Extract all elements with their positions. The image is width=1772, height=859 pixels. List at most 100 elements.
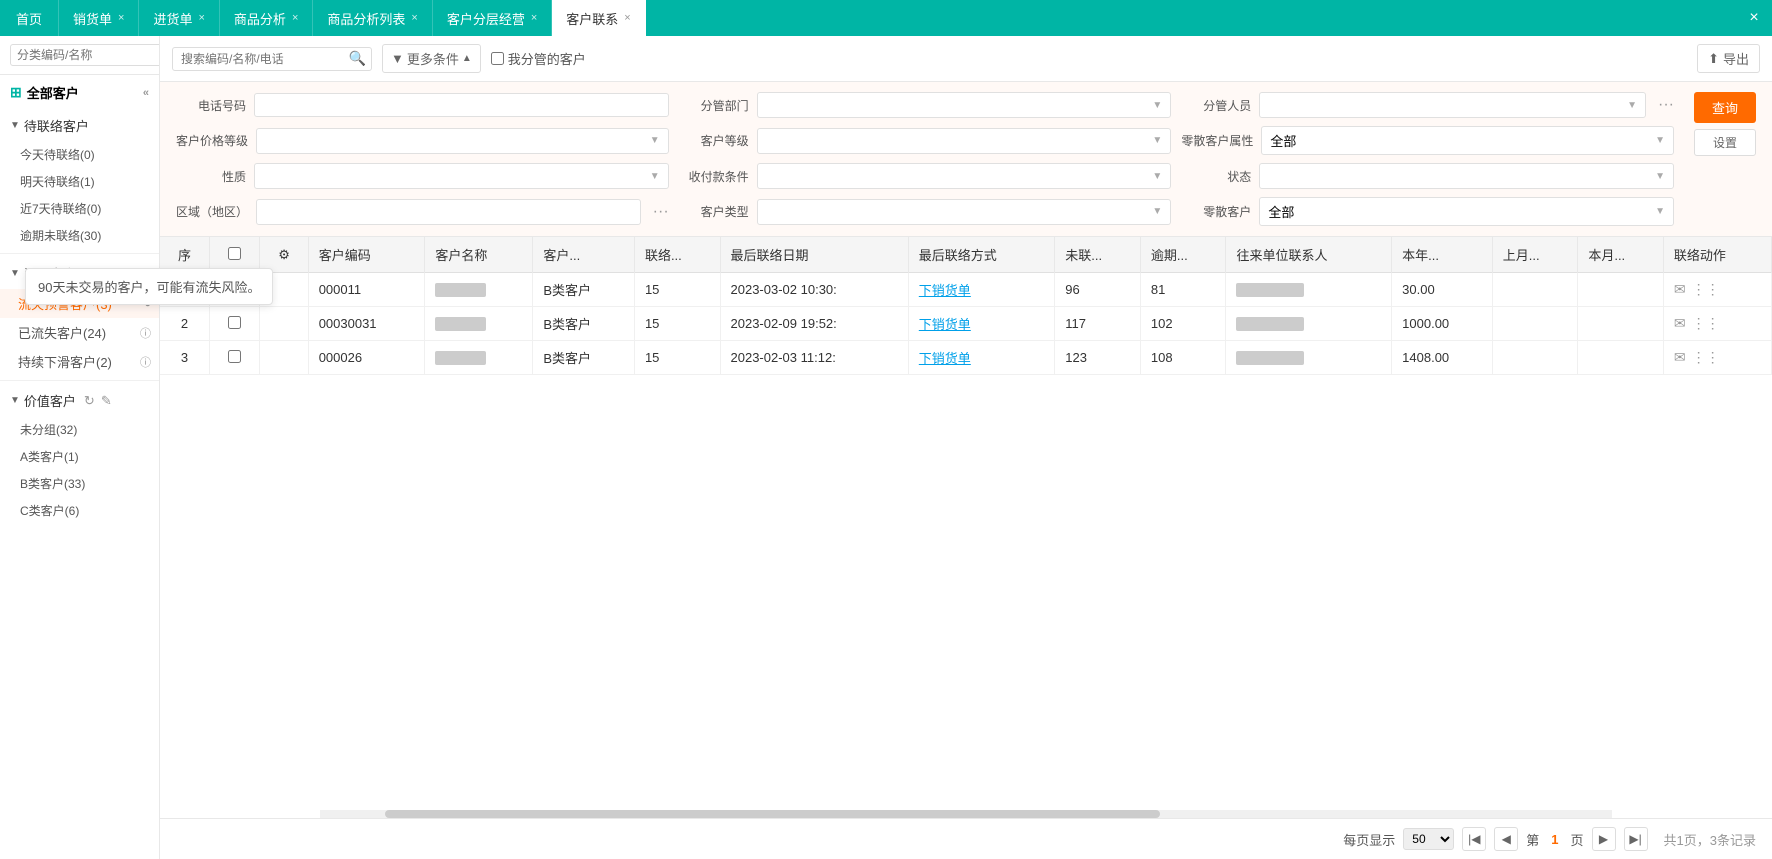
- cell-checkbox[interactable]: [210, 341, 260, 375]
- person-arrow-icon: ▼: [1627, 100, 1637, 111]
- filter-dept: 分管部门 ▼: [679, 92, 1172, 118]
- filter-price-grade-select[interactable]: ▼: [256, 128, 669, 154]
- tab-analysis-list[interactable]: 商品分析列表 ×: [313, 0, 432, 36]
- contact-action-icon[interactable]: ✉: [1674, 315, 1686, 332]
- close-sales-tab[interactable]: ×: [118, 12, 124, 24]
- filter-customer-type-label: 客户类型: [679, 203, 749, 220]
- cell-last-contact-method: 下销货单: [908, 307, 1054, 341]
- sidebar-item-c-class[interactable]: C类客户(6): [0, 497, 159, 524]
- info-icon2: ⓘ: [140, 354, 151, 370]
- sidebar-search-header: 🔍: [0, 36, 159, 75]
- sidebar-search-input[interactable]: [10, 44, 160, 66]
- sidebar-item-b-class[interactable]: B类客户(33): [0, 470, 159, 497]
- refresh-icon[interactable]: ↻: [84, 393, 95, 409]
- app-close-button[interactable]: ×: [1736, 0, 1772, 36]
- sidebar-item-tomorrow[interactable]: 明天待联络(1): [0, 168, 159, 195]
- close-customer-contact-tab[interactable]: ×: [624, 12, 630, 24]
- contact-action-icon[interactable]: ✉: [1674, 281, 1686, 298]
- col-contact-person: 往来单位联系人: [1226, 237, 1392, 273]
- col-this-year: 本年...: [1392, 237, 1493, 273]
- export-button[interactable]: ⬆ 导出: [1697, 44, 1760, 73]
- setting-button[interactable]: 设置: [1694, 129, 1756, 156]
- cell-contact-person: ████████: [1226, 273, 1392, 307]
- table-row: 1 000011 ██████ B类客户 15 2023-03-02 10:30…: [160, 273, 1772, 307]
- filter-nature-select[interactable]: ▼: [254, 163, 669, 189]
- tab-customer-tier[interactable]: 客户分层经营 ×: [433, 0, 552, 36]
- group-arrow-value: ▼: [10, 395, 20, 406]
- sidebar-item-today[interactable]: 今天待联络(0): [0, 141, 159, 168]
- cell-settings: [260, 341, 308, 375]
- cell-contact-person: ████████: [1226, 341, 1392, 375]
- next-page-button[interactable]: ▶: [1592, 827, 1616, 851]
- filter-row-1: 电话号码 分管部门 ▼ 分管人员 ▼: [176, 92, 1674, 118]
- query-button[interactable]: 查询: [1694, 92, 1756, 123]
- tab-home[interactable]: 首页: [0, 0, 59, 36]
- col-actions: 联络动作: [1663, 237, 1771, 273]
- tab-bar: 首页 销货单 × 进货单 × 商品分析 × 商品分析列表 × 客户分层经营 × …: [0, 0, 1772, 36]
- col-no-contact: 未联...: [1055, 237, 1141, 273]
- select-all-checkbox[interactable]: [228, 247, 241, 260]
- filter-payment-select[interactable]: ▼: [757, 163, 1172, 189]
- cell-this-month: [1578, 341, 1664, 375]
- filter-region: 区域（地区） ···: [176, 199, 669, 225]
- sidebar-item-declining[interactable]: 持续下滑客户(2) ⓘ: [0, 347, 159, 376]
- more-action-icon[interactable]: ⋮⋮: [1692, 349, 1720, 366]
- close-analysis-list-tab[interactable]: ×: [411, 12, 417, 24]
- sidebar-group-pending-header[interactable]: ▼ 待联络客户: [0, 110, 159, 141]
- my-customers-checkbox-wrap[interactable]: 我分管的客户: [491, 49, 586, 68]
- retail-arrow-icon: ▼: [1655, 206, 1665, 217]
- sidebar-item-churned[interactable]: 已流失客户(24) ⓘ: [0, 318, 159, 347]
- filter-retail-attr-select[interactable]: 全部▼: [1261, 126, 1674, 155]
- tab-purchase[interactable]: 进货单 ×: [139, 0, 219, 36]
- my-customers-checkbox[interactable]: [491, 52, 504, 65]
- prev-page-button[interactable]: ◀: [1494, 827, 1518, 851]
- close-analysis-tab[interactable]: ×: [292, 12, 298, 24]
- col-last-month: 上月...: [1492, 237, 1578, 273]
- edit-icon[interactable]: ✎: [101, 393, 112, 409]
- contact-action-icon[interactable]: ✉: [1674, 349, 1686, 366]
- filter-person-dots[interactable]: ···: [1658, 96, 1674, 114]
- filter-dept-select[interactable]: ▼: [757, 92, 1172, 118]
- close-purchase-tab[interactable]: ×: [198, 12, 204, 24]
- more-filter-button[interactable]: ▼ 更多条件 ▲: [382, 44, 481, 73]
- last-page-button[interactable]: ▶|: [1624, 827, 1648, 851]
- sidebar-group-value: ▼ 价值客户 ↻ ✎ 未分组(32) A类客户(1) B类客户(33) C类客户…: [0, 385, 159, 524]
- nature-arrow-icon: ▼: [650, 171, 660, 182]
- filter-retail-select[interactable]: 全部▼: [1259, 197, 1674, 226]
- filter-phone-input[interactable]: [254, 93, 669, 117]
- filter-customer-type-select[interactable]: ▼: [757, 199, 1172, 225]
- cell-actions: ✉ ⋮⋮: [1663, 341, 1771, 375]
- more-action-icon[interactable]: ⋮⋮: [1692, 281, 1720, 298]
- horizontal-scroll-thumb[interactable]: [385, 810, 1160, 818]
- all-customers-item[interactable]: ⊞ 全部客户 «: [0, 75, 159, 110]
- sidebar-item-overdue[interactable]: 逾期未联络(30): [0, 222, 159, 249]
- page-size-select[interactable]: 50 100 200: [1403, 828, 1454, 850]
- horizontal-scrollbar[interactable]: [320, 810, 1612, 818]
- cell-checkbox[interactable]: [210, 307, 260, 341]
- tab-analysis[interactable]: 商品分析 ×: [220, 0, 313, 36]
- search-button[interactable]: 🔍: [349, 50, 366, 67]
- filter-status-select[interactable]: ▼: [1259, 163, 1674, 189]
- filter-phone: 电话号码: [176, 93, 669, 117]
- sidebar-item-a-class[interactable]: A类客户(1): [0, 443, 159, 470]
- tab-customer-contact[interactable]: 客户联系 ×: [552, 0, 645, 36]
- sidebar-item-ungrouped[interactable]: 未分组(32): [0, 416, 159, 443]
- collapse-icon[interactable]: «: [143, 87, 149, 99]
- first-page-button[interactable]: |◀: [1462, 827, 1486, 851]
- filter-retail-label: 零散客户: [1181, 203, 1251, 220]
- cell-overdue: 108: [1140, 341, 1226, 375]
- filter-customer-grade-select[interactable]: ▼: [757, 128, 1172, 154]
- tab-sales[interactable]: 销货单 ×: [59, 0, 139, 36]
- filter-person-select[interactable]: ▼: [1259, 92, 1646, 118]
- sidebar-item-7days[interactable]: 近7天待联络(0): [0, 195, 159, 222]
- cell-last-month: [1492, 273, 1578, 307]
- cell-code: 00030031: [308, 307, 425, 341]
- filter-region-select[interactable]: [256, 199, 641, 225]
- more-action-icon[interactable]: ⋮⋮: [1692, 315, 1720, 332]
- filter-region-dots[interactable]: ···: [653, 203, 669, 221]
- close-customer-tier-tab[interactable]: ×: [531, 12, 537, 24]
- sidebar-group-value-header[interactable]: ▼ 价值客户 ↻ ✎: [0, 385, 159, 416]
- cell-last-contact-method: 下销货单: [908, 273, 1054, 307]
- search-input[interactable]: [172, 47, 372, 71]
- col-last-contact-date: 最后联络日期: [720, 237, 908, 273]
